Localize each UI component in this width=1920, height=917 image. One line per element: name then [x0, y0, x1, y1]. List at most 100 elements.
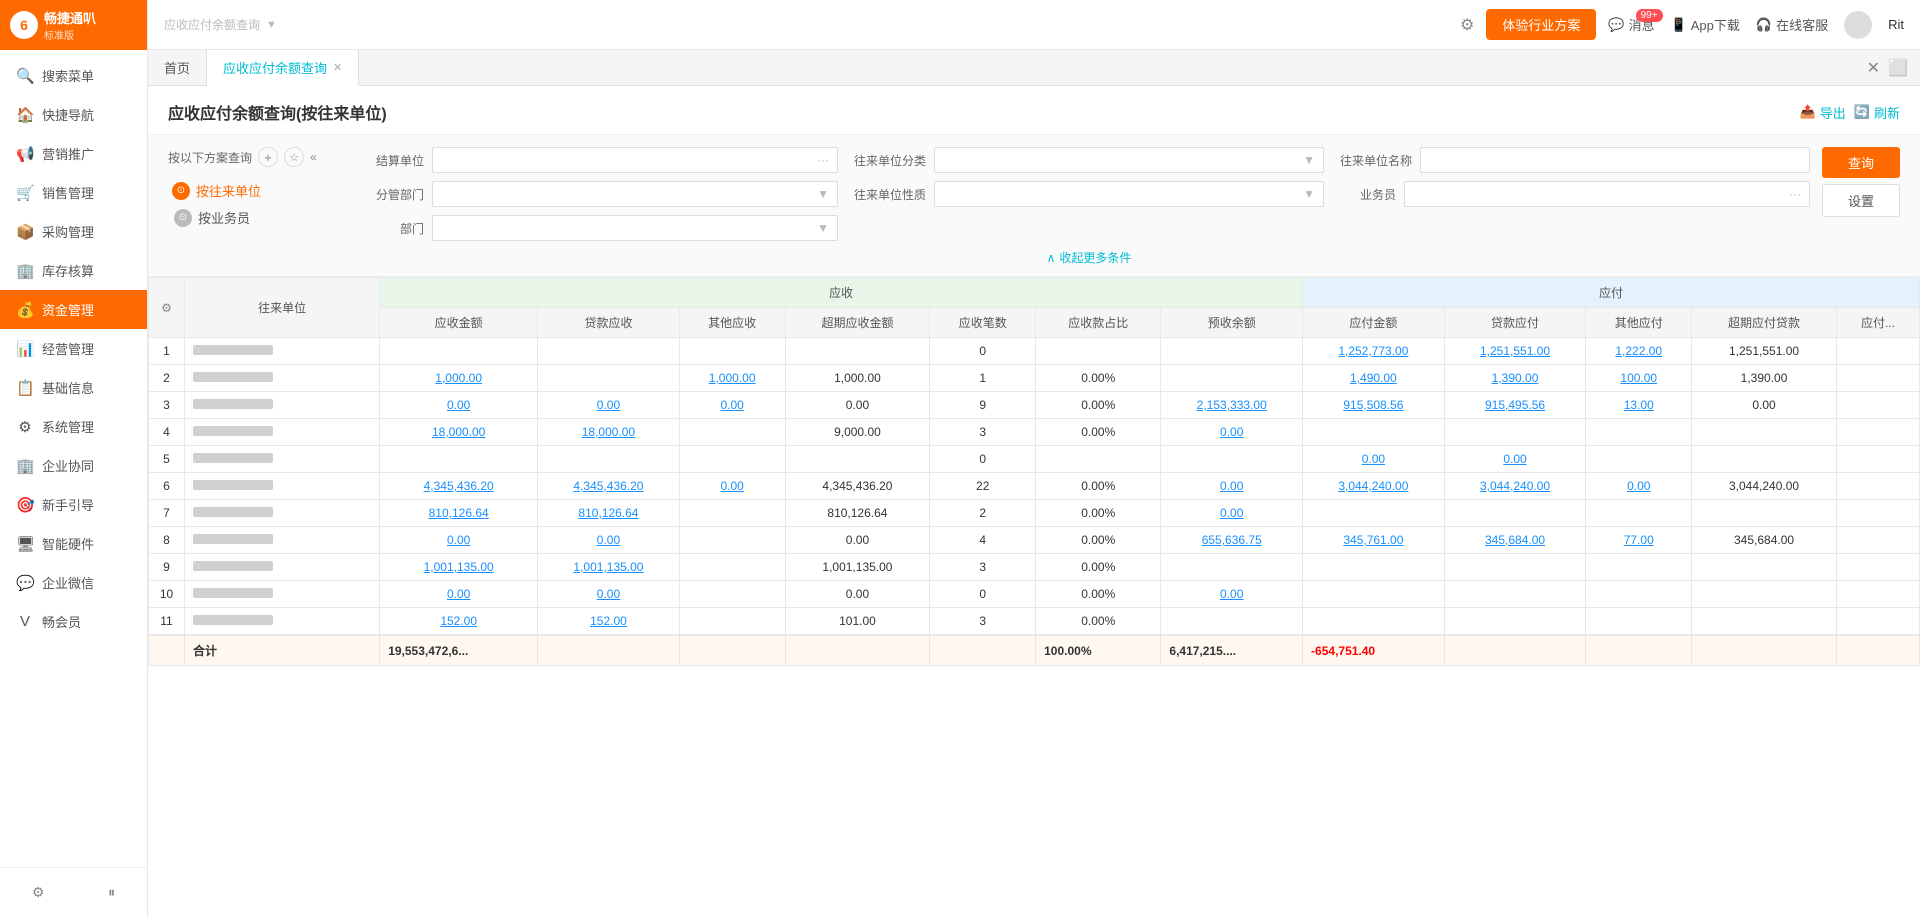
- table-cell[interactable]: [1303, 608, 1445, 636]
- table-cell[interactable]: 2,153,333.00: [1161, 392, 1303, 419]
- table-cell[interactable]: 1,390.00: [1444, 365, 1586, 392]
- collapse-more-button[interactable]: ∧ 收起更多条件: [368, 245, 1810, 270]
- table-cell[interactable]: [1303, 419, 1445, 446]
- table-cell[interactable]: [1444, 419, 1586, 446]
- table-cell[interactable]: [1444, 608, 1586, 636]
- sidebar-item-purchase[interactable]: 📦 采购管理: [0, 212, 147, 251]
- table-cell[interactable]: [1303, 581, 1445, 608]
- table-cell[interactable]: 0.00: [538, 581, 680, 608]
- tab-close-window-icon[interactable]: ✕: [1867, 58, 1880, 78]
- settlement-unit-input[interactable]: ···: [432, 147, 838, 173]
- sidebar-item-system[interactable]: ⚙ 系统管理: [0, 407, 147, 446]
- table-cell[interactable]: [380, 446, 538, 473]
- table-cell[interactable]: 810,126.64: [538, 500, 680, 527]
- salesperson-input[interactable]: ···: [1404, 181, 1810, 207]
- table-cell[interactable]: [538, 446, 680, 473]
- table-cell[interactable]: 0.00: [538, 392, 680, 419]
- table-cell[interactable]: 810,126.64: [380, 500, 538, 527]
- department-input[interactable]: ▼: [432, 215, 838, 241]
- table-cell[interactable]: 77.00: [1586, 527, 1692, 554]
- table-cell[interactable]: 0.00: [1586, 473, 1692, 500]
- table-cell[interactable]: [679, 446, 785, 473]
- filter-by-unit-option[interactable]: ⊙ 按往来单位: [172, 177, 348, 204]
- message-button[interactable]: 💬 消息 99+: [1608, 15, 1654, 34]
- table-cell[interactable]: [679, 338, 785, 365]
- table-cell[interactable]: 0.00: [538, 527, 680, 554]
- table-cell[interactable]: 4,345,436.20: [380, 473, 538, 500]
- unit-category-input[interactable]: ▼: [934, 147, 1324, 173]
- sidebar-item-member[interactable]: V 畅会员: [0, 602, 147, 641]
- tab-close-icon[interactable]: ✕: [333, 61, 342, 74]
- star-scheme-button[interactable]: ☆: [284, 147, 304, 167]
- table-cell[interactable]: [1303, 554, 1445, 581]
- table-cell[interactable]: [1444, 500, 1586, 527]
- table-cell[interactable]: 18,000.00: [380, 419, 538, 446]
- table-cell[interactable]: [1586, 500, 1692, 527]
- table-cell[interactable]: 0.00: [679, 392, 785, 419]
- table-cell[interactable]: 100.00: [1586, 365, 1692, 392]
- promo-button[interactable]: 体验行业方案: [1486, 9, 1596, 40]
- unit-name-input[interactable]: [1420, 147, 1810, 173]
- table-cell[interactable]: [1444, 554, 1586, 581]
- table-cell[interactable]: [679, 554, 785, 581]
- table-cell[interactable]: 0.00: [1303, 446, 1445, 473]
- online-service-button[interactable]: 🎧 在线客服: [1756, 15, 1828, 34]
- table-cell[interactable]: 0.00: [679, 473, 785, 500]
- sidebar-item-inventory[interactable]: 🏢 库存核算: [0, 251, 147, 290]
- table-cell[interactable]: 915,508.56: [1303, 392, 1445, 419]
- table-cell[interactable]: 0.00: [1161, 473, 1303, 500]
- table-cell[interactable]: 1,001,135.00: [380, 554, 538, 581]
- table-cell[interactable]: 0.00: [380, 581, 538, 608]
- collapse-scheme-button[interactable]: «: [310, 150, 317, 164]
- table-cell[interactable]: 0.00: [1161, 581, 1303, 608]
- table-cell[interactable]: 1,252,773.00: [1303, 338, 1445, 365]
- table-cell[interactable]: 18,000.00: [538, 419, 680, 446]
- table-cell[interactable]: 1,000.00: [380, 365, 538, 392]
- table-cell[interactable]: [380, 338, 538, 365]
- table-cell[interactable]: [1161, 608, 1303, 636]
- sidebar-item-capital[interactable]: 💰 资金管理: [0, 290, 147, 329]
- table-cell[interactable]: 1,490.00: [1303, 365, 1445, 392]
- table-cell[interactable]: 0.00: [380, 392, 538, 419]
- tab-arbalance[interactable]: 应收应付余额查询 ✕: [207, 50, 359, 86]
- sidebar-collapse-btn[interactable]: ⏸: [102, 878, 121, 907]
- table-cell[interactable]: [679, 419, 785, 446]
- table-settings-icon[interactable]: ⚙: [161, 301, 172, 315]
- table-cell[interactable]: 152.00: [538, 608, 680, 636]
- table-cell[interactable]: [1161, 365, 1303, 392]
- sidebar-item-sales[interactable]: 🛒 销售管理: [0, 173, 147, 212]
- sidebar-item-search[interactable]: 🔍 搜索菜单: [0, 56, 147, 95]
- table-cell[interactable]: [538, 338, 680, 365]
- table-cell[interactable]: 3,044,240.00: [1303, 473, 1445, 500]
- table-cell[interactable]: [679, 581, 785, 608]
- table-cell[interactable]: [1586, 608, 1692, 636]
- sidebar-item-guide[interactable]: 🎯 新手引导: [0, 485, 147, 524]
- tab-home[interactable]: 首页: [148, 50, 207, 85]
- table-cell[interactable]: [1161, 554, 1303, 581]
- table-cell[interactable]: 655,636.75: [1161, 527, 1303, 554]
- table-cell[interactable]: 915,495.56: [1444, 392, 1586, 419]
- table-cell[interactable]: 3,044,240.00: [1444, 473, 1586, 500]
- table-cell[interactable]: [1586, 554, 1692, 581]
- table-cell[interactable]: 152.00: [380, 608, 538, 636]
- unit-nature-input[interactable]: ▼: [934, 181, 1324, 207]
- dept-input[interactable]: ▼: [432, 181, 838, 207]
- table-cell[interactable]: [679, 527, 785, 554]
- tab-maximize-icon[interactable]: ⬜: [1888, 58, 1908, 78]
- table-cell[interactable]: 1,001,135.00: [538, 554, 680, 581]
- table-cell[interactable]: [1586, 419, 1692, 446]
- sidebar-item-basic[interactable]: 📋 基础信息: [0, 368, 147, 407]
- filter-by-employee-option[interactable]: ⊙ 按业务员: [174, 204, 348, 231]
- table-cell[interactable]: 4,345,436.20: [538, 473, 680, 500]
- table-cell[interactable]: [1303, 500, 1445, 527]
- table-cell[interactable]: 1,000.00: [679, 365, 785, 392]
- sidebar-item-enterprise[interactable]: 🏢 企业协同: [0, 446, 147, 485]
- table-cell[interactable]: 0.00: [1161, 500, 1303, 527]
- table-cell[interactable]: 13.00: [1586, 392, 1692, 419]
- table-cell[interactable]: [1444, 581, 1586, 608]
- export-button[interactable]: 📤 导出: [1800, 103, 1846, 122]
- add-scheme-button[interactable]: +: [258, 147, 278, 167]
- table-cell[interactable]: [538, 365, 680, 392]
- table-cell[interactable]: [679, 500, 785, 527]
- table-cell[interactable]: [1586, 581, 1692, 608]
